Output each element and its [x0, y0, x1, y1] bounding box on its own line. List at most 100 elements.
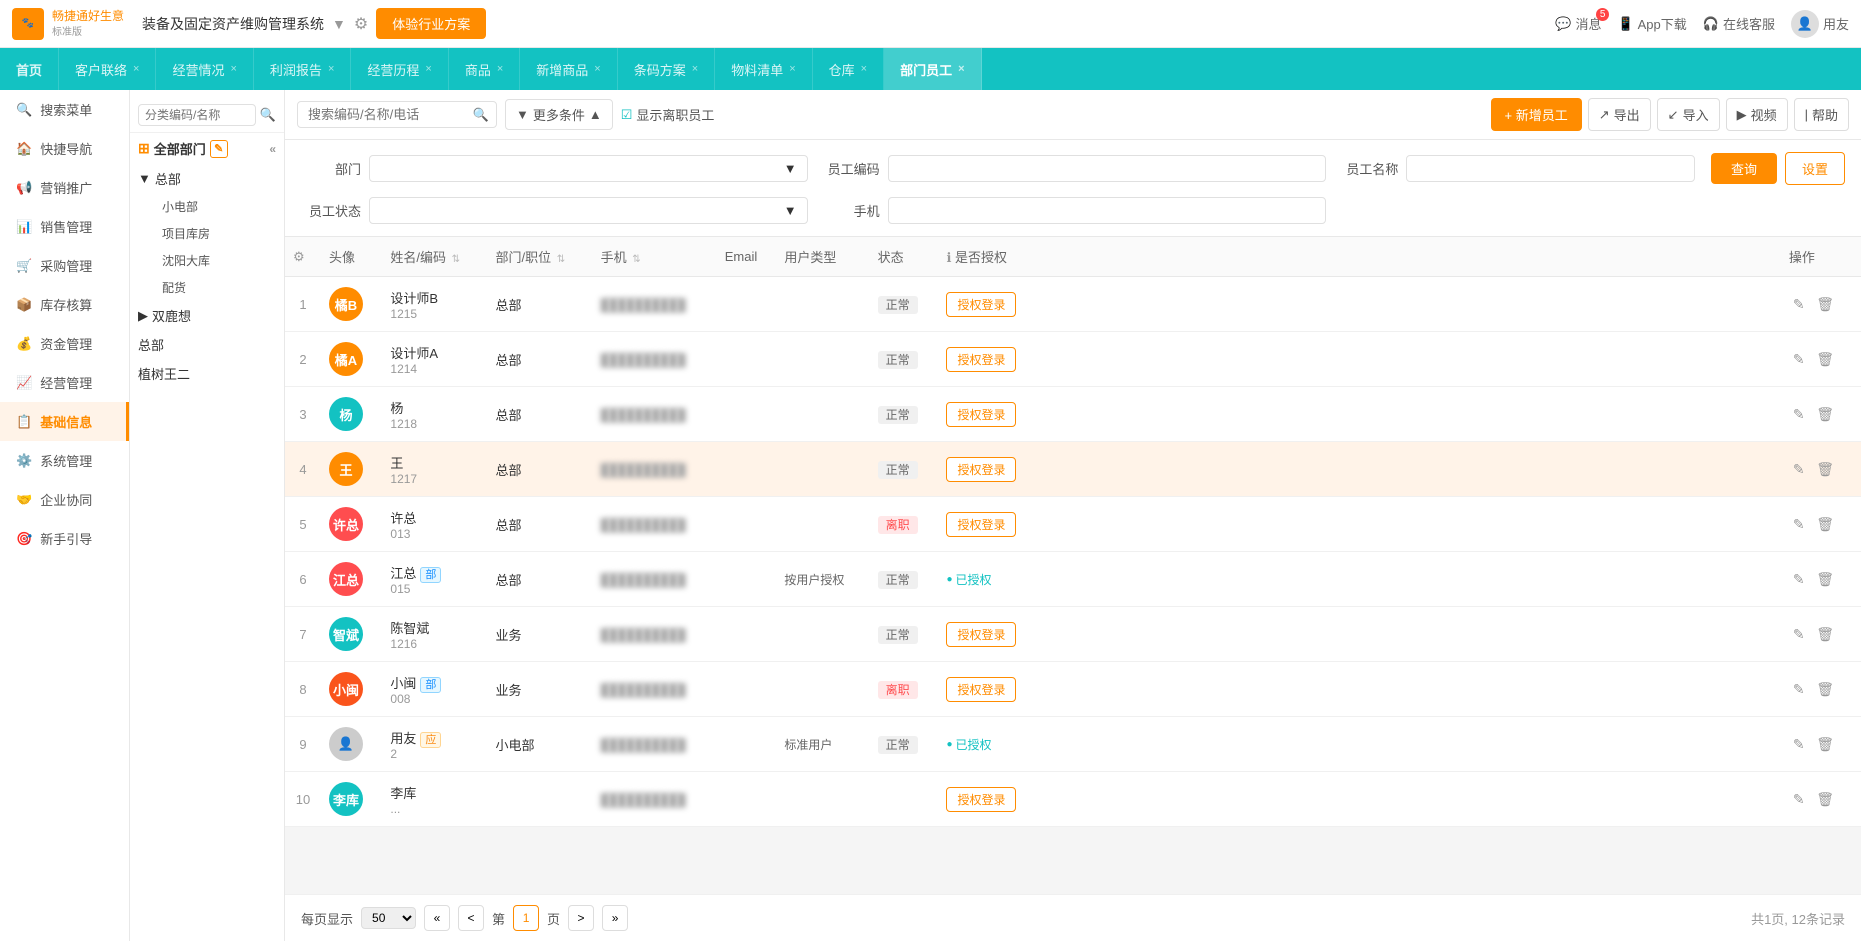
dept-item-peihuo[interactable]: 配货	[146, 274, 284, 301]
dept-section-zongbu[interactable]: ▼ 总部	[130, 164, 284, 193]
tab-close-icon[interactable]: ×	[692, 63, 698, 75]
col-name[interactable]: 姓名/编码 ⇅	[382, 237, 487, 277]
nav-tab-条码方案[interactable]: 条码方案×	[618, 48, 715, 90]
sidebar-item-搜索菜单[interactable]: 🔍搜索菜单	[0, 90, 129, 129]
sidebar-item-营销推广[interactable]: 📢营销推广	[0, 168, 129, 207]
empcode-input[interactable]	[888, 155, 1327, 182]
sidebar-item-系统管理[interactable]: ⚙️系统管理	[0, 441, 129, 480]
tab-close-icon[interactable]: ×	[861, 63, 867, 75]
dept-section-zongbu2[interactable]: 总部	[130, 330, 284, 359]
edit-icon[interactable]: ✎	[1789, 569, 1809, 589]
empstatus-select[interactable]: ▼	[369, 197, 808, 224]
message-btn[interactable]: 💬 消息 5	[1555, 14, 1601, 33]
edit-icon[interactable]: ✎	[1789, 734, 1809, 754]
nav-tab-仓库[interactable]: 仓库×	[813, 48, 884, 90]
sidebar-item-销售管理[interactable]: 📊销售管理	[0, 207, 129, 246]
auth-btn[interactable]: 授权登录	[946, 347, 1016, 372]
dept-item-xiaodibu[interactable]: 小电部	[146, 193, 284, 220]
edit-icon[interactable]: ✎	[1789, 404, 1809, 424]
dept-collapse-btn[interactable]: «	[269, 142, 276, 156]
more-filter-btn[interactable]: ▼ 更多条件 ▲	[505, 99, 613, 130]
nav-tab-商品[interactable]: 商品×	[449, 48, 520, 90]
delete-icon[interactable]: 🗑	[1812, 789, 1838, 809]
sidebar-item-快捷导航[interactable]: 🏠快捷导航	[0, 129, 129, 168]
nav-tab-经营情况[interactable]: 经营情况×	[156, 48, 253, 90]
current-page[interactable]: 1	[513, 905, 539, 931]
sidebar-item-采购管理[interactable]: 🛒采购管理	[0, 246, 129, 285]
app-download-btn[interactable]: 📱 App下载	[1617, 14, 1686, 33]
sidebar-item-新手引导[interactable]: 🎯新手引导	[0, 519, 129, 558]
dept-select[interactable]: ▼	[369, 155, 808, 182]
col-dept[interactable]: 部门/职位 ⇅	[488, 237, 593, 277]
tab-close-icon[interactable]: ×	[230, 63, 236, 75]
nav-tab-客户联络[interactable]: 客户联络×	[59, 48, 156, 90]
phone-input[interactable]	[888, 197, 1327, 224]
page-prev-btn[interactable]: <	[458, 905, 484, 931]
view-btn[interactable]: ▶ 视频	[1726, 98, 1788, 131]
nav-tab-首页[interactable]: 首页	[0, 48, 59, 90]
help-btn[interactable]: | 帮助	[1794, 98, 1849, 131]
dept-item-shenyangdaku[interactable]: 沈阳大库	[146, 247, 284, 274]
nav-tab-利润报告[interactable]: 利润报告×	[254, 48, 351, 90]
edit-icon[interactable]: ✎	[1789, 679, 1809, 699]
delete-icon[interactable]: 🗑	[1812, 459, 1838, 479]
tab-close-icon[interactable]: ×	[789, 63, 795, 75]
auth-btn[interactable]: 授权登录	[946, 787, 1016, 812]
edit-icon[interactable]: ✎	[1789, 789, 1809, 809]
delete-icon[interactable]: 🗑	[1812, 294, 1838, 314]
auth-btn[interactable]: 授权登录	[946, 622, 1016, 647]
settings-icon[interactable]: ⚙	[354, 14, 368, 34]
delete-icon[interactable]: 🗑	[1812, 624, 1838, 644]
page-first-btn[interactable]: «	[424, 905, 450, 931]
system-dropdown-arrow[interactable]: ▼	[332, 16, 346, 32]
tab-close-icon[interactable]: ×	[594, 63, 600, 75]
edit-icon[interactable]: ✎	[1789, 349, 1809, 369]
delete-icon[interactable]: 🗑	[1812, 569, 1838, 589]
dept-item-xiangmukufang[interactable]: 项目库房	[146, 220, 284, 247]
dept-section-shuangluxiang[interactable]: ▶ 双鹿想	[130, 301, 284, 330]
import-btn[interactable]: ↙ 导入	[1657, 98, 1720, 131]
dept-section-zhishuwanger[interactable]: 植树王二	[130, 359, 284, 388]
trial-btn[interactable]: 体验行业方案	[376, 8, 486, 39]
auth-btn[interactable]: 授权登录	[946, 677, 1016, 702]
page-size-select[interactable]: 50 20 100	[361, 907, 416, 929]
query-btn[interactable]: 查询	[1711, 153, 1777, 184]
delete-icon[interactable]: 🗑	[1812, 734, 1838, 754]
show-resigned-toggle[interactable]: ☑ 显示离职员工	[621, 105, 715, 124]
nav-tab-部门员工[interactable]: 部门员工×	[884, 48, 981, 90]
tab-close-icon[interactable]: ×	[958, 63, 964, 75]
tab-close-icon[interactable]: ×	[133, 63, 139, 75]
tab-close-icon[interactable]: ×	[497, 63, 503, 75]
edit-icon[interactable]: ✎	[1789, 294, 1809, 314]
dept-search-icon[interactable]: 🔍	[260, 107, 276, 123]
search-input[interactable]	[297, 101, 497, 128]
delete-icon[interactable]: 🗑	[1812, 679, 1838, 699]
set-btn[interactable]: 设置	[1785, 152, 1845, 185]
col-phone[interactable]: 手机 ⇅	[593, 237, 717, 277]
nav-tab-物料清单[interactable]: 物料清单×	[715, 48, 812, 90]
auth-btn[interactable]: 授权登录	[946, 292, 1016, 317]
edit-icon[interactable]: ✎	[1789, 514, 1809, 534]
sidebar-item-基础信息[interactable]: 📋基础信息	[0, 402, 129, 441]
sidebar-item-资金管理[interactable]: 💰资金管理	[0, 324, 129, 363]
sidebar-item-经营管理[interactable]: 📈经营管理	[0, 363, 129, 402]
col-gear[interactable]: ⚙	[285, 237, 321, 277]
delete-icon[interactable]: 🗑	[1812, 514, 1838, 534]
online-service-btn[interactable]: 🎧 在线客服	[1703, 14, 1775, 33]
page-last-btn[interactable]: »	[602, 905, 628, 931]
dept-search-input[interactable]	[138, 104, 256, 126]
auth-btn[interactable]: 授权登录	[946, 402, 1016, 427]
page-next-btn[interactable]: >	[568, 905, 594, 931]
export-btn[interactable]: ↗ 导出	[1588, 98, 1651, 131]
edit-icon[interactable]: ✎	[1789, 459, 1809, 479]
nav-tab-经营历程[interactable]: 经营历程×	[351, 48, 448, 90]
tab-close-icon[interactable]: ×	[328, 63, 334, 75]
search-icon[interactable]: 🔍	[473, 107, 489, 123]
add-employee-btn[interactable]: + 新增员工	[1491, 98, 1582, 131]
auth-btn[interactable]: 授权登录	[946, 457, 1016, 482]
auth-btn[interactable]: 授权登录	[946, 512, 1016, 537]
user-menu[interactable]: 👤 用友	[1791, 10, 1849, 38]
tab-close-icon[interactable]: ×	[425, 63, 431, 75]
edit-icon[interactable]: ✎	[1789, 624, 1809, 644]
delete-icon[interactable]: 🗑	[1812, 404, 1838, 424]
